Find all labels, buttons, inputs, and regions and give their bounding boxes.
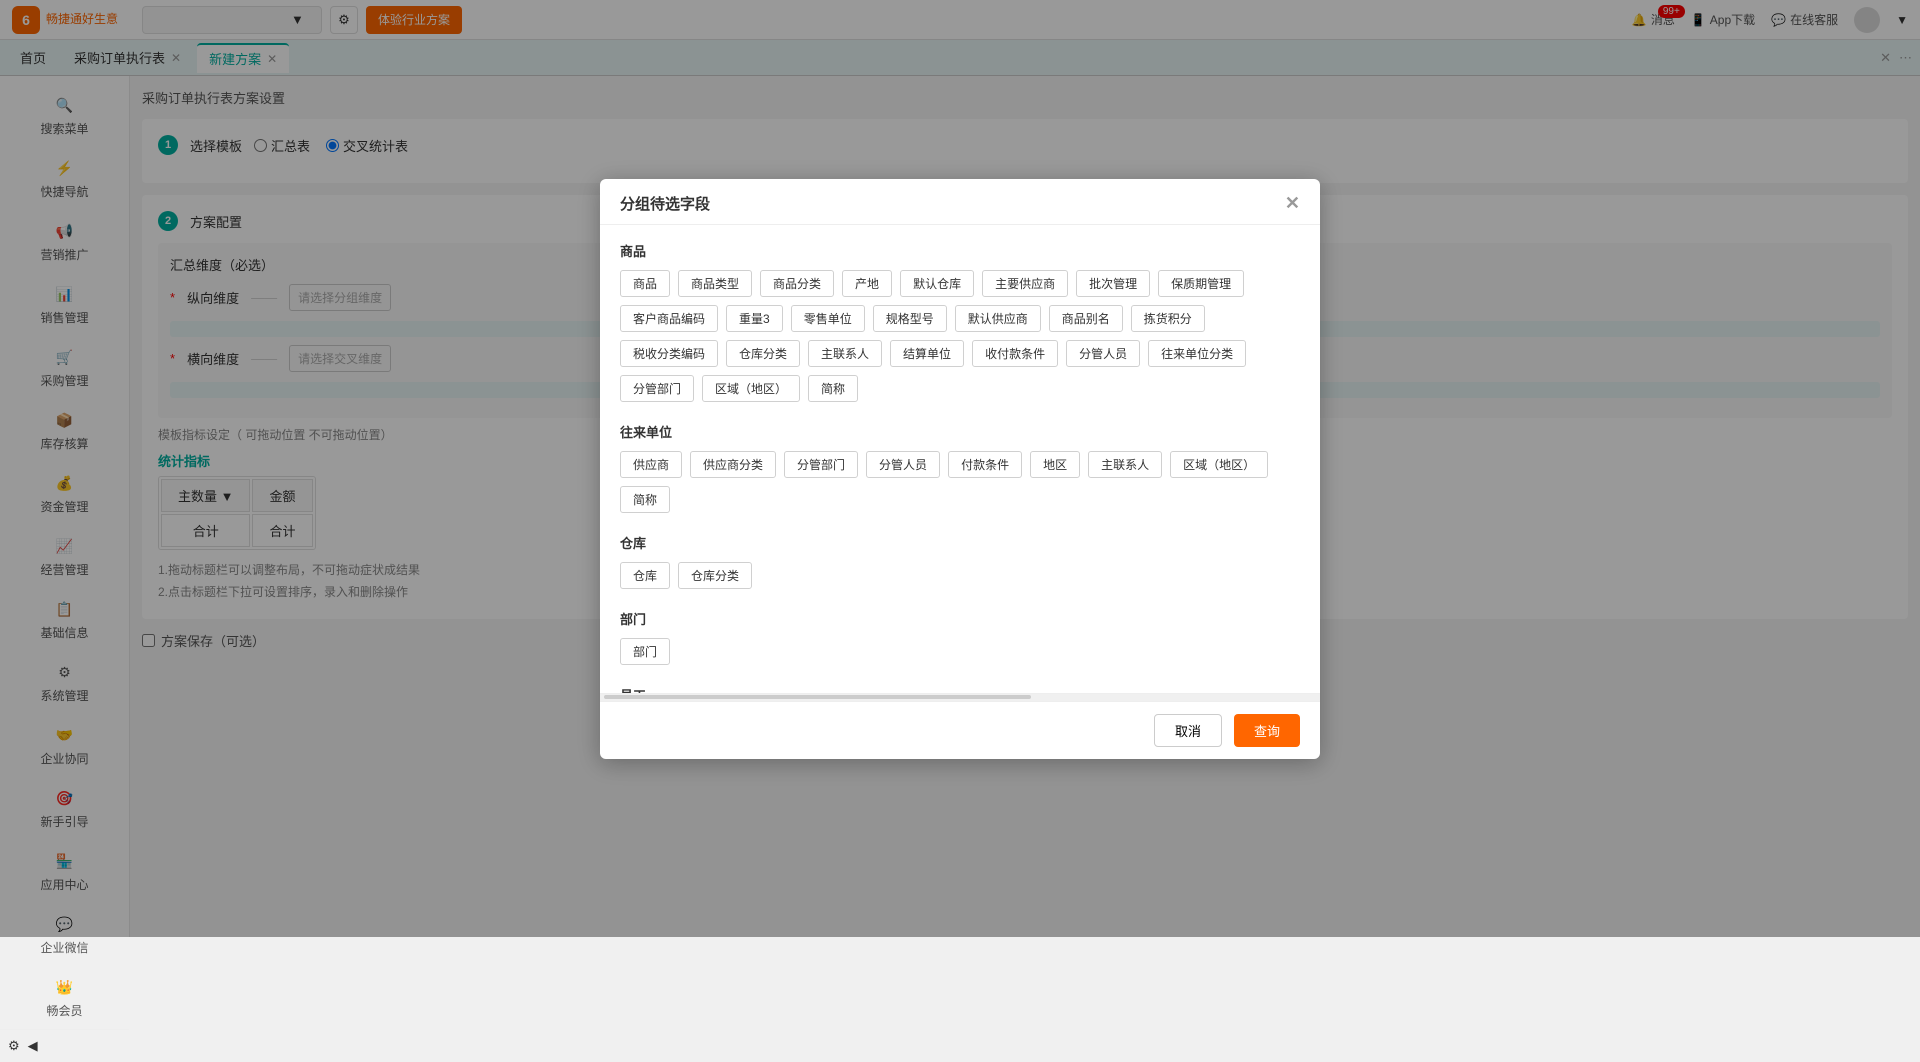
section-warehouse-tags: 仓库 仓库分类 [620,562,1300,589]
modal-overlay: 分组待选字段 ✕ 商品 商品 商品类型 商品分类 产地 默认仓库 主要供应商 批… [0,0,1920,937]
field-tag-goods-category[interactable]: 商品分类 [760,270,834,297]
modal-hscroll[interactable] [600,693,1320,701]
section-employee-title: 员工 [620,685,1300,693]
field-tag-spec-model[interactable]: 规格型号 [873,305,947,332]
field-tag-partner-region[interactable]: 区域（地区） [1170,451,1268,478]
field-tag-warehouse[interactable]: 仓库 [620,562,670,589]
field-select-modal: 分组待选字段 ✕ 商品 商品 商品类型 商品分类 产地 默认仓库 主要供应商 批… [600,179,1320,759]
field-tag-warehouse-cat[interactable]: 仓库分类 [678,562,752,589]
field-tag-goods-alias[interactable]: 商品别名 [1049,305,1123,332]
field-tag-region[interactable]: 区域（地区） [702,375,800,402]
sidebar-item-member[interactable]: 👑 畅会员 [0,966,129,1029]
section-goods-title: 商品 [620,241,1300,260]
collapse-icon[interactable]: ◀ [28,1038,38,1054]
field-tag-goods[interactable]: 商品 [620,270,670,297]
field-tag-payment-cond[interactable]: 付款条件 [948,451,1022,478]
modal-close-button[interactable]: ✕ [1285,193,1300,214]
field-tag-batch-mgmt[interactable]: 批次管理 [1076,270,1150,297]
confirm-button[interactable]: 查询 [1234,714,1300,747]
section-goods: 商品 商品 商品类型 商品分类 产地 默认仓库 主要供应商 批次管理 保质期管理… [620,241,1300,402]
modal-body: 商品 商品 商品类型 商品分类 产地 默认仓库 主要供应商 批次管理 保质期管理… [600,225,1320,693]
sidebar-item-member-label: 畅会员 [46,1002,82,1019]
field-tag-supplier-category[interactable]: 供应商分类 [690,451,776,478]
field-tag-main-supplier[interactable]: 主要供应商 [982,270,1068,297]
field-tag-manage-dept[interactable]: 分管部门 [620,375,694,402]
section-employee: 员工 业务员 [620,685,1300,693]
field-tag-dept[interactable]: 部门 [620,638,670,665]
section-partner: 往来单位 供应商 供应商分类 分管部门 分管人员 付款条件 地区 主联系人 区域… [620,422,1300,513]
section-partner-tags: 供应商 供应商分类 分管部门 分管人员 付款条件 地区 主联系人 区域（地区） … [620,451,1300,513]
field-tag-pick-points[interactable]: 拣货积分 [1131,305,1205,332]
sidebar-bottom: ⚙ ◀ [0,1029,129,1062]
section-warehouse-title: 仓库 [620,533,1300,552]
field-tag-warehouse-category[interactable]: 仓库分类 [726,340,800,367]
field-tag-default-warehouse[interactable]: 默认仓库 [900,270,974,297]
field-tag-partner-category[interactable]: 往来单位分类 [1148,340,1246,367]
section-department-tags: 部门 [620,638,1300,665]
field-tag-short-name[interactable]: 简称 [808,375,858,402]
field-tag-customer-goods-code[interactable]: 客户商品编码 [620,305,718,332]
field-tag-default-supplier[interactable]: 默认供应商 [955,305,1041,332]
field-tag-settlement-unit[interactable]: 结算单位 [890,340,964,367]
field-tag-payment-terms[interactable]: 收付款条件 [972,340,1058,367]
field-tag-partner-contact[interactable]: 主联系人 [1088,451,1162,478]
field-tag-retail-unit[interactable]: 零售单位 [791,305,865,332]
field-tag-weight3[interactable]: 重量3 [726,305,783,332]
section-partner-title: 往来单位 [620,422,1300,441]
field-tag-main-contact[interactable]: 主联系人 [808,340,882,367]
cancel-button[interactable]: 取消 [1154,714,1222,747]
modal-header: 分组待选字段 ✕ [600,179,1320,225]
field-tag-partner-manager[interactable]: 分管人员 [866,451,940,478]
field-tag-goods-type[interactable]: 商品类型 [678,270,752,297]
field-tag-origin[interactable]: 产地 [842,270,892,297]
section-warehouse: 仓库 仓库 仓库分类 [620,533,1300,589]
section-department: 部门 部门 [620,609,1300,665]
field-tag-tax-code[interactable]: 税收分类编码 [620,340,718,367]
member-icon: 👑 [54,976,76,998]
field-tag-supplier[interactable]: 供应商 [620,451,682,478]
settings-bottom-icon[interactable]: ⚙ [8,1038,20,1054]
modal-footer: 取消 查询 [600,701,1320,759]
section-department-title: 部门 [620,609,1300,628]
sidebar-item-wechat-label: 企业微信 [40,939,88,956]
modal-title: 分组待选字段 [620,193,710,214]
field-tag-partner-dept[interactable]: 分管部门 [784,451,858,478]
field-tag-shelf-life[interactable]: 保质期管理 [1158,270,1244,297]
field-tag-manager[interactable]: 分管人员 [1066,340,1140,367]
field-tag-partner-short-name[interactable]: 简称 [620,486,670,513]
section-goods-tags: 商品 商品类型 商品分类 产地 默认仓库 主要供应商 批次管理 保质期管理 客户… [620,270,1300,402]
field-tag-area[interactable]: 地区 [1030,451,1080,478]
